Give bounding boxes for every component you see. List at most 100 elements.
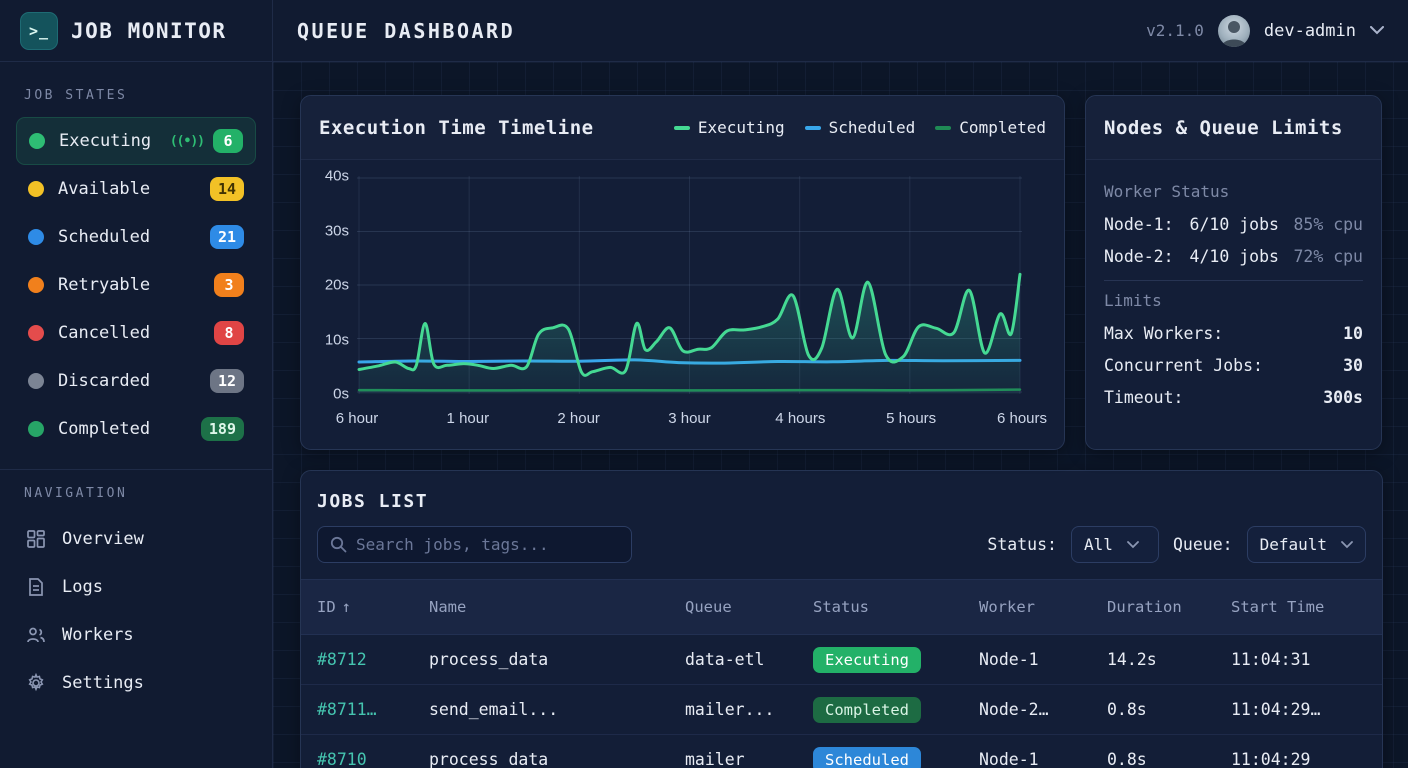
job-id-link[interactable]: #8710 xyxy=(317,750,429,768)
legend-swatch-icon xyxy=(673,125,690,130)
y-axis-labels: 40s 30s 20s 10s 0s xyxy=(315,168,357,403)
chevron-down-icon[interactable] xyxy=(1370,26,1384,35)
page-title: QUEUE DASHBOARD xyxy=(297,18,516,43)
state-label: Executing xyxy=(59,131,152,151)
y-tick-label: 30s xyxy=(324,222,349,239)
y-tick-label: 10s xyxy=(324,331,349,348)
nav-item-label: Settings xyxy=(62,673,144,693)
jobs-search xyxy=(317,526,632,563)
table-row[interactable]: #8710 process_data mailer Scheduled Node-1 0.… xyxy=(301,735,1382,768)
x-tick-label: 2 hour xyxy=(557,410,600,427)
state-label: Available xyxy=(58,179,151,199)
x-tick-label: 5 hours xyxy=(886,410,937,427)
navigation-list: Overview Logs Workers Settings xyxy=(16,515,256,707)
limit-row: Timeout: 300s xyxy=(1104,388,1363,407)
state-label: Retryable xyxy=(58,275,151,295)
limits-heading: Limits xyxy=(1104,291,1162,310)
search-input[interactable] xyxy=(356,535,619,554)
job-name: process_data xyxy=(429,650,549,669)
sidebar-state-discarded[interactable]: Discarded 12 xyxy=(16,357,256,405)
column-header-worker[interactable]: Worker xyxy=(979,598,1107,616)
app-brand: >_ JOB MONITOR xyxy=(0,0,273,61)
limit-label: Concurrent Jobs: xyxy=(1104,356,1263,375)
legend-item-executing: Executing xyxy=(673,118,785,137)
status-badge: Completed xyxy=(813,696,921,723)
job-worker: Node-1 xyxy=(979,650,1039,669)
nav-item-label: Workers xyxy=(62,625,134,645)
sidebar-state-available[interactable]: Available 14 xyxy=(16,165,256,213)
state-label: Completed xyxy=(58,419,151,439)
state-dot-icon xyxy=(28,277,44,293)
status-filter-select[interactable]: All xyxy=(1070,526,1159,563)
avatar[interactable] xyxy=(1217,14,1250,47)
sidebar-state-cancelled[interactable]: Cancelled 8 xyxy=(16,309,256,357)
state-count-badge: 12 xyxy=(209,369,244,393)
job-duration: 0.8s xyxy=(1107,700,1147,719)
x-tick-label: 6 hours xyxy=(996,410,1048,427)
limit-label: Max Workers: xyxy=(1104,324,1224,343)
worker-status-heading: Worker Status xyxy=(1104,182,1230,201)
user-menu[interactable]: dev-admin xyxy=(1264,21,1356,41)
job-start-time: 11:04:29… xyxy=(1231,700,1321,719)
legend-item-completed: Completed xyxy=(935,118,1046,137)
state-dot-icon xyxy=(28,373,44,389)
job-id-link[interactable]: #8712 xyxy=(317,650,429,669)
state-label: Cancelled xyxy=(58,323,151,343)
job-id-link[interactable]: #8711… xyxy=(317,700,429,719)
sidebar-item-settings[interactable]: Settings xyxy=(16,659,256,707)
limit-label: Timeout: xyxy=(1104,388,1184,407)
document-icon xyxy=(26,577,46,597)
state-dot-icon xyxy=(28,421,44,437)
nodes-panel-title: Nodes & Queue Limits xyxy=(1104,116,1343,139)
queue-filter-select[interactable]: Default xyxy=(1246,526,1366,563)
column-header-status[interactable]: Status xyxy=(813,598,979,616)
column-header-queue[interactable]: Queue xyxy=(685,598,813,616)
state-count-badge: 3 xyxy=(214,273,244,297)
job-start-time: 11:04:31 xyxy=(1231,650,1311,669)
x-tick-label: 3 hour xyxy=(668,410,711,427)
column-header-start-time[interactable]: Start Time xyxy=(1231,598,1366,616)
sidebar-item-overview[interactable]: Overview xyxy=(16,515,256,563)
jobs-list-title: JOBS LIST xyxy=(317,491,429,512)
column-header-duration[interactable]: Duration xyxy=(1107,598,1231,616)
table-row[interactable]: #8712 process_data data-etl Executing Node-1… xyxy=(301,635,1382,685)
sidebar-item-workers[interactable]: Workers xyxy=(16,611,256,659)
queue-filter-value: Default xyxy=(1259,535,1327,554)
nodes-divider xyxy=(1104,280,1363,281)
jobs-table-body: #8712 process_data data-etl Executing Node-1… xyxy=(301,635,1382,768)
live-broadcast-icon: ((•)) xyxy=(169,133,205,149)
worker-jobs: 6/10 jobs xyxy=(1189,215,1279,234)
column-header-id[interactable]: ID ↑ xyxy=(317,598,429,616)
job-duration: 0.8s xyxy=(1107,750,1147,768)
table-row[interactable]: #8711… send_email... mailer... Completed Nod… xyxy=(301,685,1382,735)
job-queue: data-etl xyxy=(685,650,765,669)
job-states-heading: JOB STATES xyxy=(24,88,128,103)
limit-value: 300s xyxy=(1323,388,1363,407)
state-label: Discarded xyxy=(58,371,151,391)
version-label: v2.1.0 xyxy=(1146,21,1204,40)
x-tick-label: 6 hour xyxy=(335,410,379,427)
sidebar-state-executing[interactable]: Executing ((•)) 6 xyxy=(16,117,256,165)
jobs-list-panel: JOBS LIST Status: All Queue: xyxy=(300,470,1383,768)
sidebar-state-retryable[interactable]: Retryable 3 xyxy=(16,261,256,309)
sidebar-divider xyxy=(0,469,272,470)
sidebar-item-logs[interactable]: Logs xyxy=(16,563,256,611)
limit-row: Max Workers: 10 xyxy=(1104,324,1363,343)
column-header-label: Status xyxy=(813,598,869,616)
worker-cpu: 72% cpu xyxy=(1293,247,1363,266)
legend-label: Scheduled xyxy=(828,118,916,137)
chart-legend: Executing Scheduled Completed xyxy=(673,118,1046,137)
sidebar-state-scheduled[interactable]: Scheduled 21 xyxy=(16,213,256,261)
job-worker: Node-2… xyxy=(979,700,1049,719)
column-header-label: Name xyxy=(429,598,467,616)
column-header-name[interactable]: Name xyxy=(429,598,685,616)
job-name: send_email... xyxy=(429,700,559,719)
navigation-heading: NAVIGATION xyxy=(24,486,128,501)
timeline-title: Execution Time Timeline xyxy=(319,116,594,139)
status-filter-value: All xyxy=(1083,535,1113,554)
limit-value: 30 xyxy=(1343,356,1363,375)
x-axis-labels: 6 hour 1 hour 2 hour 3 hour 4 hours 5 hours 6 … xyxy=(336,408,1047,432)
limits-list: Max Workers: 10 Concurrent Jobs: 30 Timeout:… xyxy=(1104,324,1363,407)
sidebar-state-completed[interactable]: Completed 189 xyxy=(16,405,256,453)
status-badge: Executing xyxy=(813,646,921,673)
